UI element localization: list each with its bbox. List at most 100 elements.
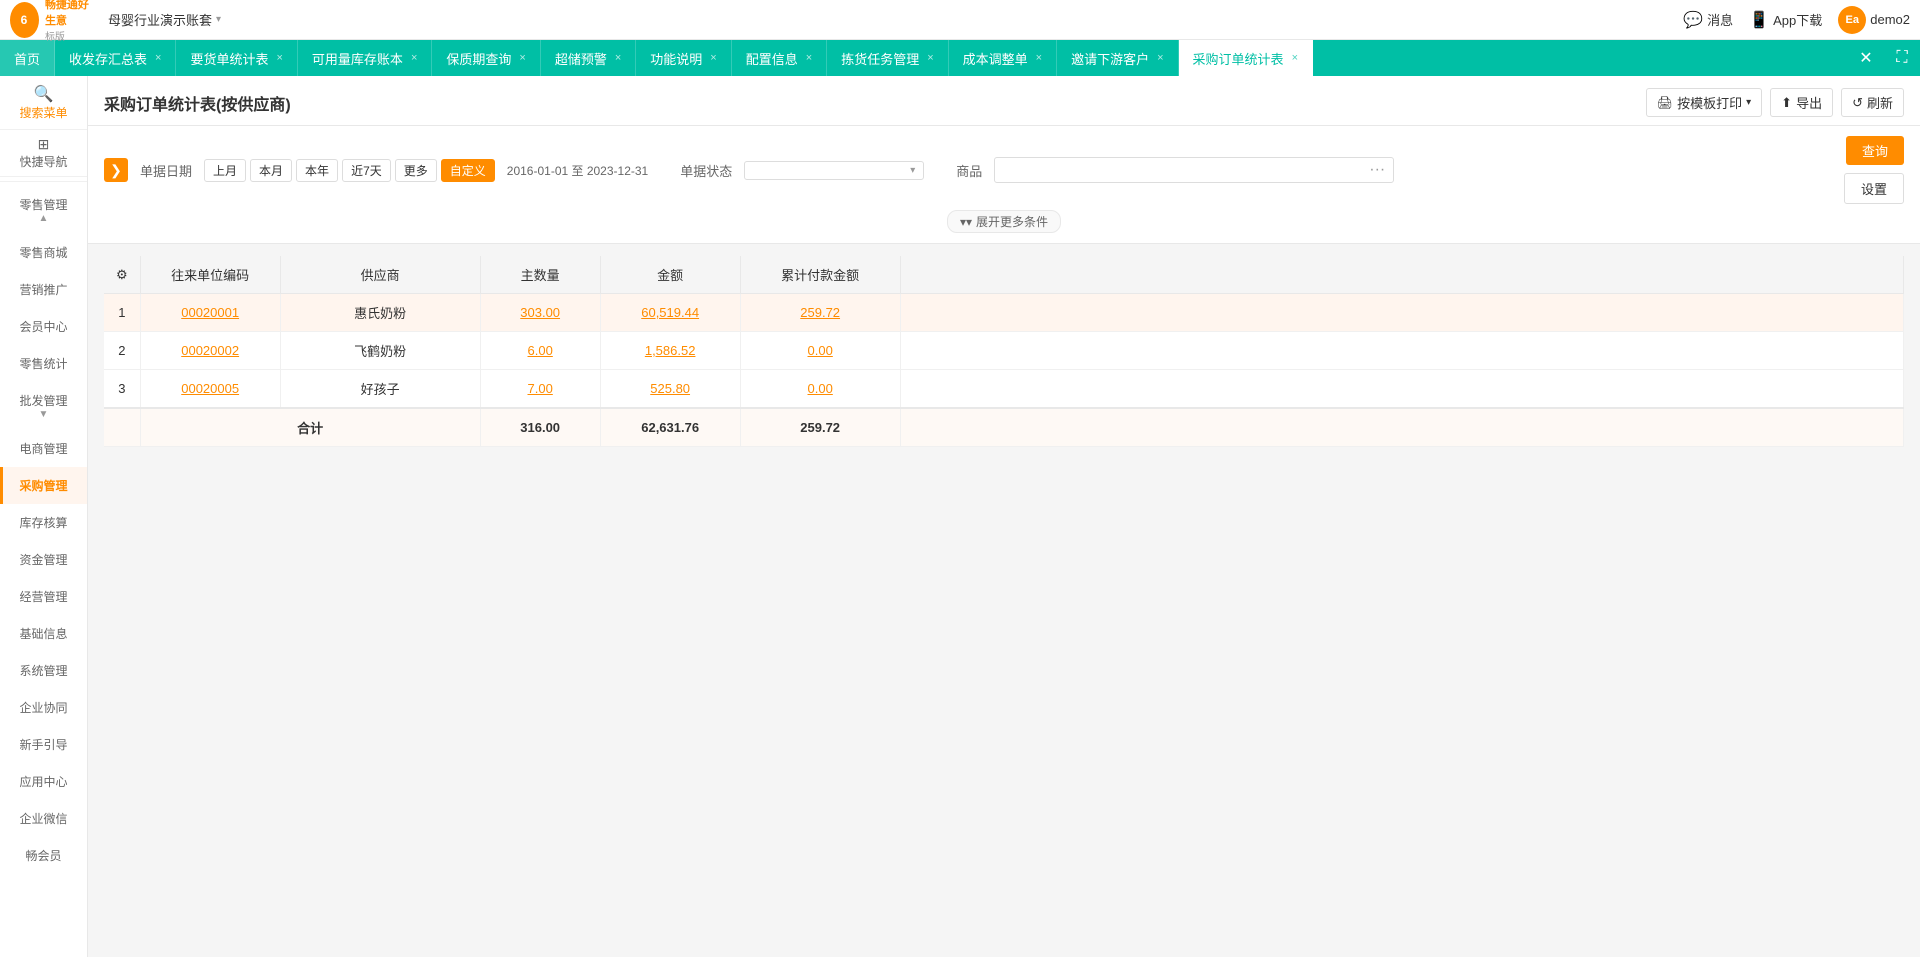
th-supplier: 供应商 [280, 256, 480, 294]
tab-expand-btn[interactable]: ⛶ [1884, 40, 1920, 76]
goods-input[interactable] [1003, 163, 1369, 178]
status-select[interactable]: ▾ [744, 161, 924, 180]
page-actions: 🖨 按模板打印 ▾ ⬆ 导出 ↺ 刷新 [1646, 88, 1904, 117]
cell-supplier: 飞鹤奶粉 [280, 332, 480, 370]
tab-yaohuo[interactable]: 要货单统计表 × [176, 40, 297, 76]
tab-close-icon[interactable]: × [806, 52, 812, 64]
tab-close-icon[interactable]: × [519, 52, 525, 64]
sidebar-item-retail[interactable]: 零售管理 ▲ [0, 186, 87, 234]
date-btn-this-year[interactable]: 本年 [296, 159, 338, 182]
tab-zhicang[interactable]: 拣货任务管理 × [827, 40, 948, 76]
tab-close-icon[interactable]: × [710, 52, 716, 64]
settings-button[interactable]: 设置 [1844, 173, 1904, 204]
th-paid: 累计付款金额 [740, 256, 900, 294]
date-btn-this-month[interactable]: 本月 [250, 159, 292, 182]
tab-gongneng[interactable]: 功能说明 × [636, 40, 731, 76]
cell-qty[interactable]: 303.00 [480, 294, 600, 332]
cell-qty[interactable]: 7.00 [480, 370, 600, 409]
goods-more-icon[interactable]: ··· [1369, 161, 1385, 179]
sidebar-item-retail-shop[interactable]: 零售商城 [0, 234, 87, 271]
sidebar-item-purchase[interactable]: 采购管理 [0, 467, 87, 504]
sidebar: 🔍 搜索菜单 ⊞ 快捷导航 零售管理 ▲ 零售商城 营销推广 会员中心 零售统计… [0, 76, 88, 957]
tab-close-icon[interactable]: × [411, 52, 417, 64]
tab-peizhi[interactable]: 配置信息 × [732, 40, 827, 76]
sidebar-item-finance[interactable]: 资金管理 [0, 541, 87, 578]
print-button[interactable]: 🖨 按模板打印 ▾ [1646, 88, 1763, 117]
export-icon: ⬆ [1781, 95, 1792, 111]
tab-close-icon[interactable]: × [276, 52, 282, 64]
table-wrap: ⚙ 往来单位编码 供应商 主数量 金额 累计付款金额 1 00020001 惠氏… [88, 244, 1920, 957]
sidebar-item-system[interactable]: 系统管理 [0, 652, 87, 689]
sidebar-nav[interactable]: ⊞ 快捷导航 [0, 130, 87, 177]
refresh-button[interactable]: ↺ 刷新 [1841, 88, 1904, 117]
app-download-btn[interactable]: 📱 App下载 [1749, 10, 1822, 30]
date-btn-more[interactable]: 更多 [395, 159, 437, 182]
date-btn-last-month[interactable]: 上月 [204, 159, 246, 182]
footer-qty: 316.00 [480, 408, 600, 447]
cell-paid[interactable]: 0.00 [740, 370, 900, 409]
tab-caigou[interactable]: 采购订单统计表 × [1179, 40, 1313, 76]
tab-close-icon[interactable]: × [1036, 52, 1042, 64]
tab-close-all-btn[interactable]: ✕ [1848, 40, 1884, 76]
sidebar-item-operation[interactable]: 经营管理 [0, 578, 87, 615]
user-avatar-area[interactable]: Ea demo2 [1838, 6, 1910, 34]
cell-paid[interactable]: 0.00 [740, 332, 900, 370]
tab-chaochubao[interactable]: 超储预警 × [541, 40, 636, 76]
query-button[interactable]: 查询 [1846, 136, 1904, 165]
cell-amount[interactable]: 1,586.52 [600, 332, 740, 370]
workspace-selector[interactable]: 母婴行业演示账套 ▾ [108, 10, 221, 29]
chevron-down-icon: ▼ [6, 409, 81, 420]
cell-amount[interactable]: 525.80 [600, 370, 740, 409]
date-quick-select: 上月 本月 本年 近7天 更多 自定义 [204, 159, 495, 182]
footer-amount: 62,631.76 [600, 408, 740, 447]
sidebar-item-wechat[interactable]: 企业微信 [0, 800, 87, 837]
tab-kucun[interactable]: 可用量库存账本 × [298, 40, 432, 76]
date-btn-custom[interactable]: 自定义 [441, 159, 495, 182]
page-title: 采购订单统计表(按供应商) [104, 91, 291, 115]
filter-toggle-btn[interactable]: ❯ [104, 158, 128, 182]
sidebar-item-appstore[interactable]: 应用中心 [0, 763, 87, 800]
export-button[interactable]: ⬆ 导出 [1770, 88, 1833, 117]
tab-chengben[interactable]: 成本调整单 × [949, 40, 1057, 76]
cell-qty[interactable]: 6.00 [480, 332, 600, 370]
cell-code[interactable]: 00020005 [140, 370, 280, 409]
tab-home[interactable]: 首页 [0, 40, 55, 76]
sidebar-item-inventory[interactable]: 库存核算 [0, 504, 87, 541]
table-header-row: ⚙ 往来单位编码 供应商 主数量 金额 累计付款金额 [104, 256, 1904, 294]
sidebar-item-wholesale[interactable]: 批发管理 ▼ [0, 382, 87, 430]
sidebar-search[interactable]: 🔍 搜索菜单 [0, 76, 87, 130]
message-btn[interactable]: 💬 消息 [1683, 10, 1733, 30]
tab-close-icon[interactable]: × [1157, 52, 1163, 64]
goods-label: 商品 [956, 161, 982, 180]
sidebar-item-newguide[interactable]: 新手引导 [0, 726, 87, 763]
filter-row-1: ❯ 单据日期 上月 本月 本年 近7天 更多 自定义 2016-01-01 至 … [104, 136, 1904, 204]
cell-code[interactable]: 00020001 [140, 294, 280, 332]
sidebar-item-member[interactable]: 会员中心 [0, 308, 87, 345]
date-btn-7days[interactable]: 近7天 [342, 159, 391, 182]
print-icon: 🖨 [1657, 95, 1674, 111]
sidebar-item-basic[interactable]: 基础信息 [0, 615, 87, 652]
tab-yaoqing[interactable]: 邀请下游客户 × [1057, 40, 1178, 76]
cell-amount[interactable]: 60,519.44 [600, 294, 740, 332]
sidebar-item-retail-stat[interactable]: 零售统计 [0, 345, 87, 382]
sidebar-item-vip[interactable]: 畅会员 [0, 837, 87, 874]
svg-text:6: 6 [21, 13, 28, 27]
cell-extra [900, 294, 1903, 332]
tab-close-icon[interactable]: × [155, 52, 161, 64]
tab-close-icon[interactable]: × [615, 52, 621, 64]
th-settings[interactable]: ⚙ [104, 256, 140, 294]
tab-actions: ✕ ⛶ [1848, 40, 1920, 76]
expand-more-btn[interactable]: ▾▾ 展开更多条件 [947, 210, 1061, 233]
footer-extra [900, 408, 1903, 447]
sidebar-item-ecommerce[interactable]: 电商管理 [0, 430, 87, 467]
tab-close-icon[interactable]: × [1292, 52, 1298, 64]
sidebar-item-marketing[interactable]: 营销推广 [0, 271, 87, 308]
tab-baozhiqi[interactable]: 保质期查询 × [432, 40, 540, 76]
tab-close-icon[interactable]: × [927, 52, 933, 64]
footer-empty [104, 408, 140, 447]
cell-code[interactable]: 00020002 [140, 332, 280, 370]
cell-paid[interactable]: 259.72 [740, 294, 900, 332]
sidebar-item-enterprise[interactable]: 企业协同 [0, 689, 87, 726]
filter-area: ❯ 单据日期 上月 本月 本年 近7天 更多 自定义 2016-01-01 至 … [88, 126, 1920, 244]
tab-shoufa[interactable]: 收发存汇总表 × [55, 40, 176, 76]
